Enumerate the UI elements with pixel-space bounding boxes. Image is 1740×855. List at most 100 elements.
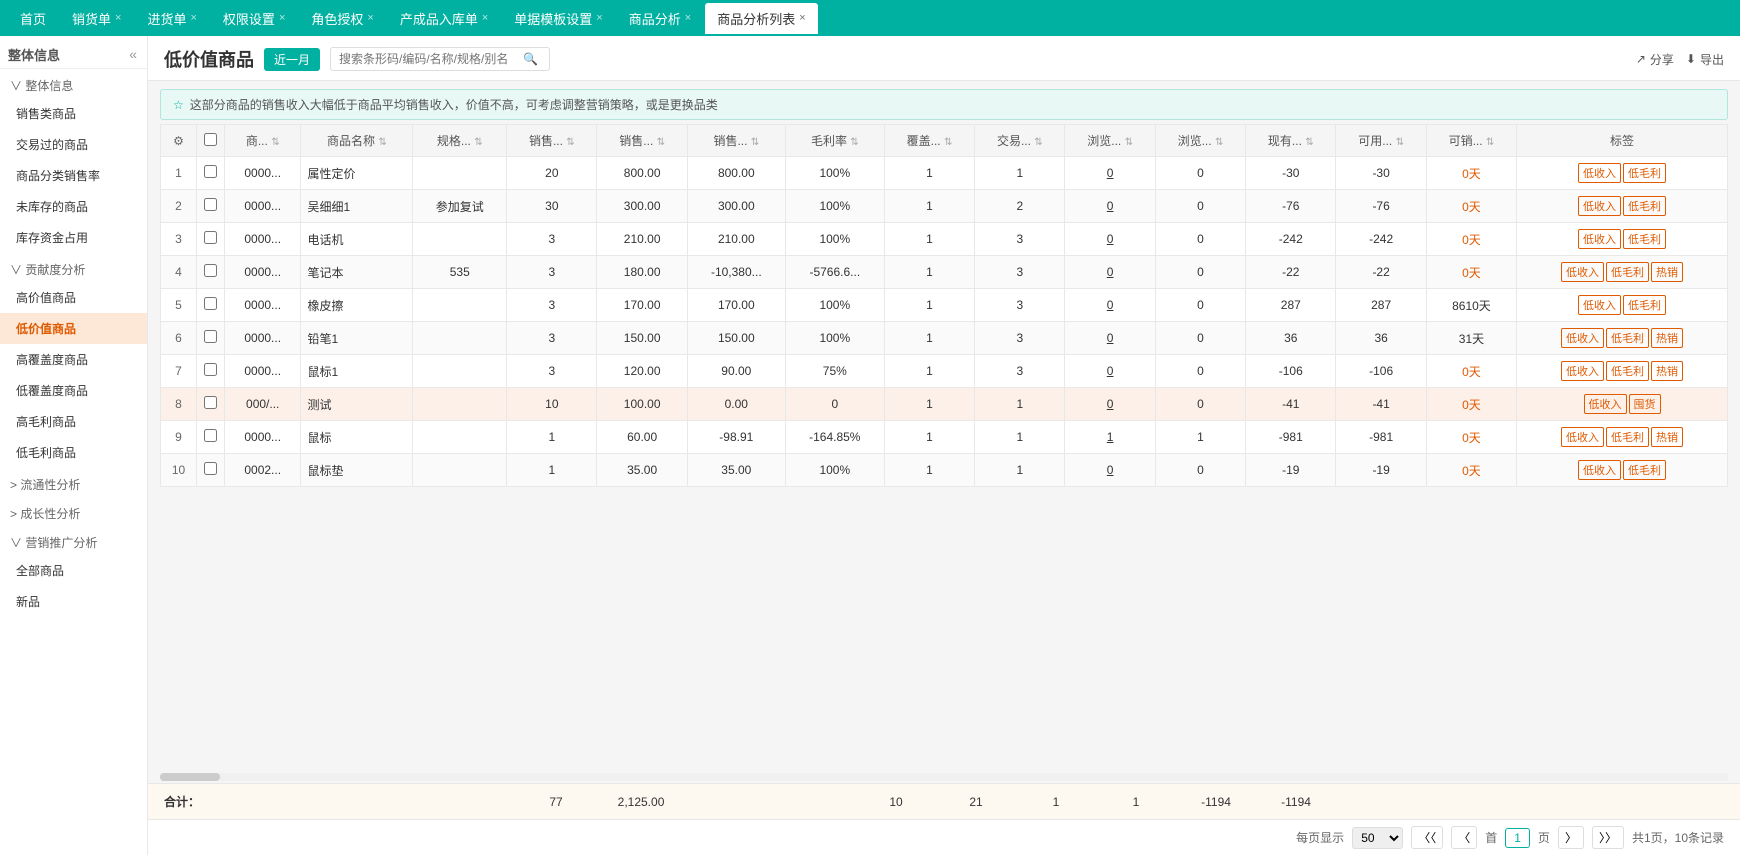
tag-badge: 热销 bbox=[1651, 262, 1683, 282]
row-checkbox-cell bbox=[197, 223, 225, 256]
th-sale2: 销售... ⇅ bbox=[597, 125, 687, 157]
row-sale3: 170.00 bbox=[687, 289, 785, 322]
last-page-button[interactable]: 〉〉 bbox=[1592, 826, 1624, 849]
search-icon[interactable]: 🔍 bbox=[523, 52, 538, 66]
row-checkbox[interactable] bbox=[204, 363, 217, 376]
row-sale2: 210.00 bbox=[597, 223, 687, 256]
close-icon[interactable]: × bbox=[367, 12, 373, 24]
settings-icon[interactable]: ⚙ bbox=[173, 134, 184, 148]
row-browse1[interactable]: 0 bbox=[1065, 388, 1155, 421]
row-browse1[interactable]: 0 bbox=[1065, 190, 1155, 223]
nav-permissions[interactable]: 权限设置 × bbox=[211, 3, 297, 34]
sidebar-item-high-value[interactable]: 高价值商品 bbox=[0, 282, 147, 313]
row-checkbox[interactable] bbox=[204, 429, 217, 442]
row-browse1[interactable]: 0 bbox=[1065, 355, 1155, 388]
row-checkbox[interactable] bbox=[204, 264, 217, 277]
row-avail: -19 bbox=[1336, 454, 1426, 487]
per-page-select[interactable]: 50 100 200 bbox=[1352, 827, 1403, 849]
share-button[interactable]: ↗ 分享 bbox=[1636, 51, 1674, 68]
row-checkbox-cell bbox=[197, 157, 225, 190]
close-icon[interactable]: × bbox=[685, 12, 691, 24]
sidebar-item-new-products[interactable]: 新品 bbox=[0, 586, 147, 617]
nav-sales-order[interactable]: 销货单 × bbox=[60, 3, 133, 34]
row-checkbox[interactable] bbox=[204, 165, 217, 178]
row-cover: 1 bbox=[884, 388, 974, 421]
sidebar-item-traded-products[interactable]: 交易过的商品 bbox=[0, 129, 147, 160]
sidebar-item-high-profit[interactable]: 高毛利商品 bbox=[0, 406, 147, 437]
sidebar-item-low-coverage[interactable]: 低覆盖度商品 bbox=[0, 375, 147, 406]
row-sale1: 1 bbox=[507, 421, 597, 454]
table-row: 8 000/... 测试 10 100.00 0.00 0 1 1 0 0 -4… bbox=[161, 388, 1728, 421]
row-num: 9 bbox=[161, 421, 197, 454]
close-icon[interactable]: × bbox=[482, 12, 488, 24]
nav-template-settings[interactable]: 单据模板设置 × bbox=[502, 3, 614, 34]
row-browse1[interactable]: 0 bbox=[1065, 454, 1155, 487]
next-page-button[interactable]: 〉 bbox=[1558, 826, 1584, 849]
row-checkbox-cell bbox=[197, 256, 225, 289]
row-margin: 100% bbox=[785, 223, 884, 256]
row-checkbox[interactable] bbox=[204, 396, 217, 409]
nav-product-analysis[interactable]: 商品分析 × bbox=[617, 3, 703, 34]
close-icon[interactable]: × bbox=[279, 12, 285, 24]
footer-browse1: 1 bbox=[1016, 795, 1096, 809]
row-spec bbox=[413, 421, 507, 454]
table-row: 1 0000... 属性定价 20 800.00 800.00 100% 1 1… bbox=[161, 157, 1728, 190]
row-saleable: 0天 bbox=[1426, 223, 1516, 256]
row-browse1[interactable]: 0 bbox=[1065, 289, 1155, 322]
sidebar-item-high-coverage[interactable]: 高覆盖度商品 bbox=[0, 344, 147, 375]
scrollbar-thumb[interactable] bbox=[160, 773, 220, 781]
row-code: 0000... bbox=[225, 157, 301, 190]
row-checkbox[interactable] bbox=[204, 198, 217, 211]
nav-home[interactable]: 首页 bbox=[8, 3, 58, 34]
row-tags: 低收入低毛利热销 bbox=[1517, 355, 1728, 388]
search-input[interactable] bbox=[339, 52, 519, 66]
row-spec bbox=[413, 157, 507, 190]
sidebar-item-unstocked[interactable]: 未库存的商品 bbox=[0, 191, 147, 222]
sidebar-item-low-profit[interactable]: 低毛利商品 bbox=[0, 437, 147, 468]
tag-badge: 热销 bbox=[1651, 361, 1683, 381]
row-browse1[interactable]: 1 bbox=[1065, 421, 1155, 454]
nav-purchase-order[interactable]: 进货单 × bbox=[135, 3, 208, 34]
row-browse1[interactable]: 0 bbox=[1065, 256, 1155, 289]
row-checkbox[interactable] bbox=[204, 462, 217, 475]
row-checkbox[interactable] bbox=[204, 330, 217, 343]
nav-product-analysis-list[interactable]: 商品分析列表 × bbox=[705, 3, 817, 34]
close-icon[interactable]: × bbox=[115, 12, 121, 24]
nav-product-storage[interactable]: 产成品入库单 × bbox=[388, 3, 500, 34]
row-code: 000/... bbox=[225, 388, 301, 421]
row-trade: 3 bbox=[975, 355, 1065, 388]
sidebar-item-sales-products[interactable]: 销售类商品 bbox=[0, 98, 147, 129]
row-browse1[interactable]: 0 bbox=[1065, 322, 1155, 355]
row-checkbox[interactable] bbox=[204, 297, 217, 310]
th-name: 商品名称 ⇅ bbox=[301, 125, 413, 157]
near-month-button[interactable]: 近一月 bbox=[264, 48, 320, 71]
nav-role-auth[interactable]: 角色授权 × bbox=[299, 3, 385, 34]
row-avail: -41 bbox=[1336, 388, 1426, 421]
row-tags: 低收入低毛利热销 bbox=[1517, 322, 1728, 355]
row-checkbox[interactable] bbox=[204, 231, 217, 244]
sidebar-collapse-btn[interactable]: « bbox=[125, 44, 141, 64]
sidebar-group-growth[interactable]: > 成长性分析 bbox=[0, 497, 147, 526]
export-button[interactable]: ⬇ 导出 bbox=[1686, 51, 1724, 68]
row-spec bbox=[413, 454, 507, 487]
row-browse1[interactable]: 0 bbox=[1065, 157, 1155, 190]
row-margin: 100% bbox=[785, 322, 884, 355]
sidebar-item-inventory-capital[interactable]: 库存资金占用 bbox=[0, 222, 147, 253]
row-name: 测试 bbox=[301, 388, 413, 421]
close-icon[interactable]: × bbox=[190, 12, 196, 24]
sidebar-group-liquidity[interactable]: > 流通性分析 bbox=[0, 468, 147, 497]
horizontal-scrollbar[interactable] bbox=[160, 773, 1728, 781]
row-sale3: 300.00 bbox=[687, 190, 785, 223]
close-icon[interactable]: × bbox=[596, 12, 602, 24]
prev-page-button[interactable]: 〈 bbox=[1451, 826, 1477, 849]
select-all-checkbox[interactable] bbox=[204, 133, 217, 146]
th-spec: 规格... ⇅ bbox=[413, 125, 507, 157]
close-icon[interactable]: × bbox=[799, 12, 805, 24]
sidebar-item-category-sales-rate[interactable]: 商品分类销售率 bbox=[0, 160, 147, 191]
th-saleable: 可销... ⇅ bbox=[1426, 125, 1516, 157]
first-page-button[interactable]: 〈〈 bbox=[1411, 826, 1443, 849]
row-browse1[interactable]: 0 bbox=[1065, 223, 1155, 256]
sidebar-item-all-products[interactable]: 全部商品 bbox=[0, 555, 147, 586]
sidebar-item-low-value[interactable]: 低价值商品 bbox=[0, 313, 147, 344]
th-settings[interactable]: ⚙ bbox=[161, 125, 197, 157]
